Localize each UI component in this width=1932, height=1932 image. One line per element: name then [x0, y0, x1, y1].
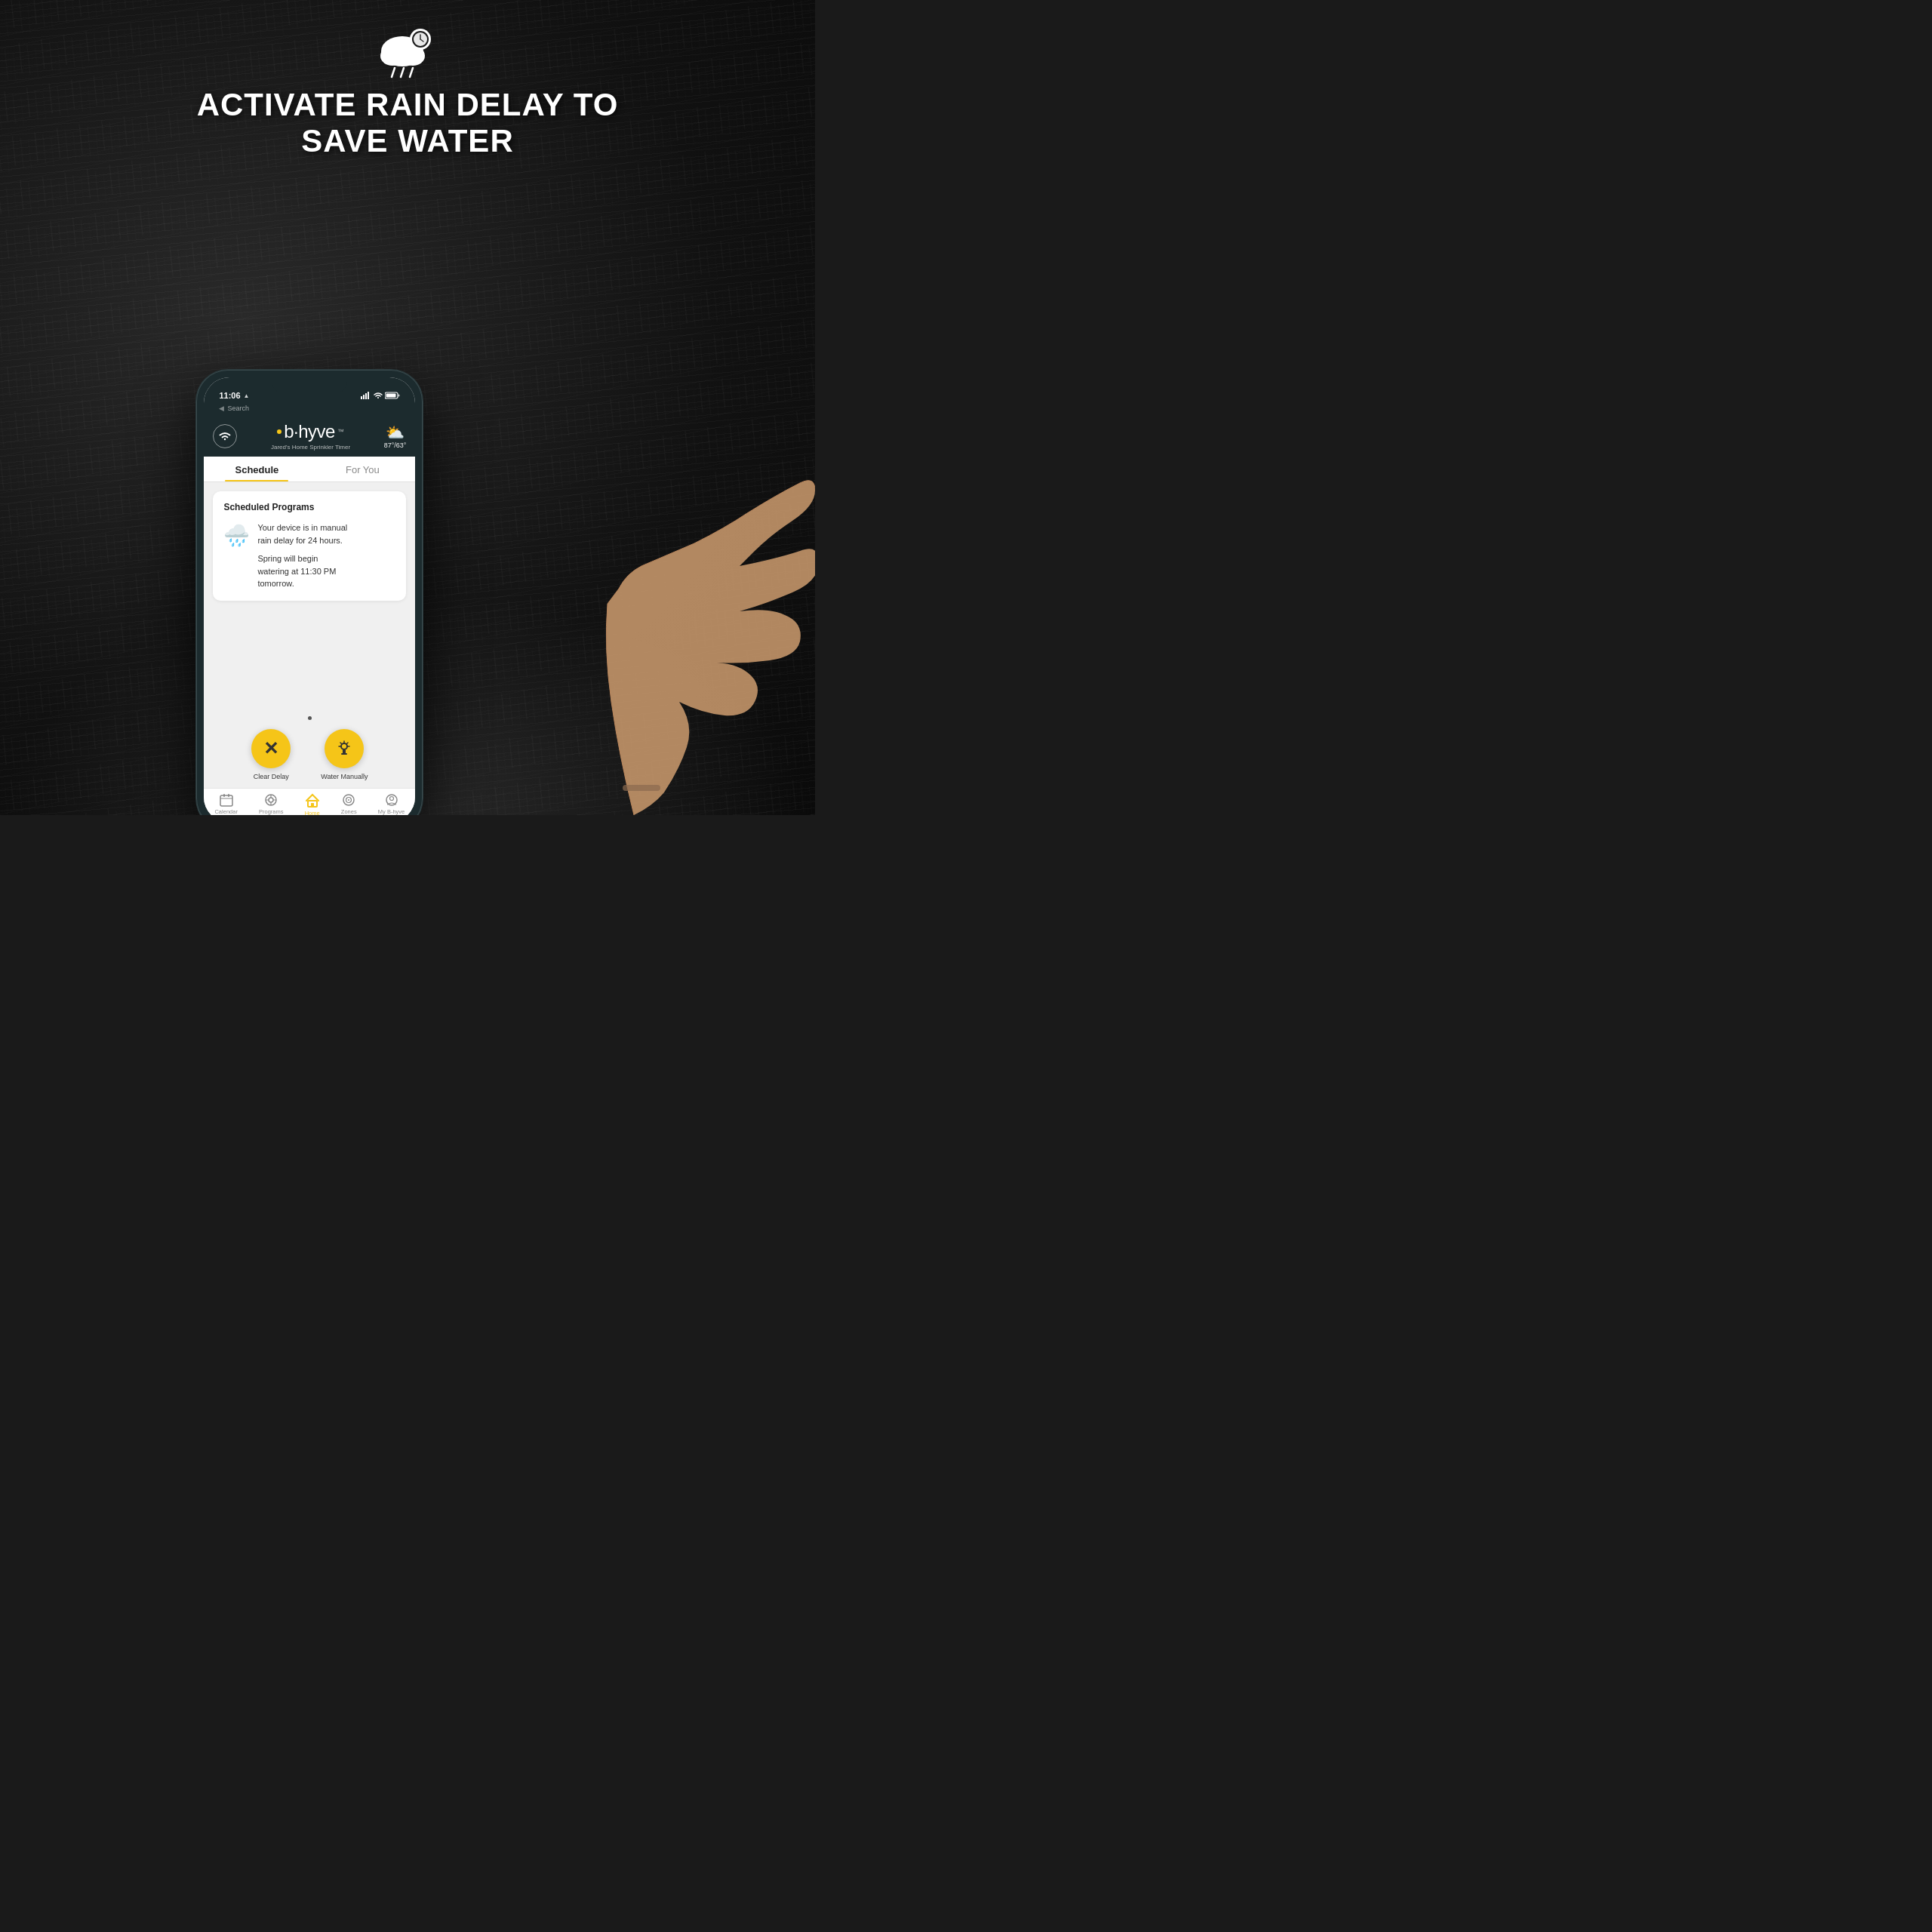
scrollable-content: Scheduled Programs 🌧️ Your device is in … [204, 482, 415, 788]
phone-device: 11:06 ▲ [196, 370, 423, 815]
svg-point-44 [348, 799, 349, 801]
sprinkler-icon [334, 739, 354, 758]
card-title: Scheduled Programs [223, 502, 395, 512]
dot-indicator [204, 709, 415, 724]
bhyve-dot [277, 429, 281, 434]
clear-delay-label: Clear Delay [254, 773, 289, 780]
svg-rect-41 [311, 803, 314, 807]
svg-point-35 [269, 798, 273, 802]
rain-cloud-icon: 🌧️ [223, 523, 250, 548]
nav-calendar[interactable]: Calendar [214, 793, 237, 815]
home-icon [305, 793, 320, 808]
svg-line-26 [346, 743, 348, 744]
app-header: b·hyve ™ Jared's Home Sprinkler Timer ⛅ … [204, 417, 415, 457]
calendar-icon [220, 793, 233, 807]
nav-programs[interactable]: Programs [259, 793, 284, 815]
status-time: 11:06 [219, 391, 240, 400]
page-dot [308, 716, 312, 720]
svg-rect-21 [386, 394, 396, 398]
svg-rect-32 [223, 794, 225, 797]
svg-point-46 [389, 797, 393, 801]
watering-schedule-message: Spring will begin watering at 11:30 PM t… [257, 552, 347, 590]
rain-delay-message: Your device is in manual rain delay for … [257, 521, 347, 546]
nav-home-label: Home [305, 810, 320, 815]
device-wifi-icon[interactable] [213, 424, 237, 448]
x-icon: ✕ [263, 738, 278, 759]
signal-icon [361, 392, 371, 399]
nav-my-bhyve[interactable]: My B-hyve [378, 793, 405, 815]
wifi-status-icon [374, 392, 383, 399]
svg-rect-23 [341, 753, 347, 755]
water-manually-label: Water Manually [321, 773, 368, 780]
water-manually-circle[interactable] [325, 729, 364, 768]
my-bhyve-icon [385, 793, 398, 807]
wifi-icon [219, 431, 231, 441]
search-bar[interactable]: ◀ Search [204, 403, 415, 417]
bhyve-wordmark: b·hyve [284, 421, 335, 442]
zones-icon [342, 793, 355, 807]
bottom-nav: Calendar Programs [204, 788, 415, 815]
tab-for-you[interactable]: For You [309, 457, 415, 481]
nav-calendar-label: Calendar [214, 808, 237, 815]
nav-zones[interactable]: Zones [341, 793, 357, 815]
location-arrow: ▲ [244, 392, 250, 399]
weather-temp: 87°/63° [384, 441, 407, 449]
phone-container: 11:06 ▲ [196, 370, 423, 815]
svg-rect-33 [228, 794, 229, 797]
main-content: Scheduled Programs 🌧️ Your device is in … [204, 482, 415, 709]
programs-icon [264, 793, 278, 807]
headline: ACTIVATE RAIN DELAY TO SAVE WATER [197, 87, 619, 160]
bhyve-logo-area: b·hyve ™ Jared's Home Sprinkler Timer [271, 421, 350, 451]
svg-line-13 [401, 68, 404, 77]
action-buttons: ✕ Clear Delay [204, 724, 415, 788]
nav-my-bhyve-label: My B-hyve [378, 808, 405, 815]
tabs-container: Schedule For You [204, 457, 415, 482]
svg-rect-16 [363, 395, 365, 399]
rain-delay-icon [374, 23, 441, 79]
svg-rect-18 [368, 392, 369, 399]
info-text: Your device is in manual rain delay for … [257, 521, 347, 590]
clear-delay-button[interactable]: ✕ Clear Delay [251, 729, 291, 780]
clear-delay-circle[interactable]: ✕ [251, 729, 291, 768]
phone-screen: 11:06 ▲ [204, 377, 415, 815]
phone-notch [272, 377, 347, 392]
svg-rect-30 [220, 795, 232, 806]
svg-rect-20 [398, 395, 400, 397]
svg-line-12 [392, 68, 395, 77]
status-icons [361, 392, 400, 399]
weather-icon: ⛅ [384, 423, 407, 441]
tab-schedule[interactable]: Schedule [204, 457, 309, 481]
nav-zones-label: Zones [341, 808, 357, 815]
search-label: Search [227, 405, 249, 412]
svg-rect-15 [361, 396, 362, 399]
svg-rect-17 [365, 393, 367, 399]
weather-area: ⛅ 87°/63° [384, 423, 407, 449]
svg-line-27 [340, 743, 342, 744]
nav-programs-label: Programs [259, 808, 284, 815]
nav-home[interactable]: Home [305, 793, 320, 815]
bhyve-logo: b·hyve ™ [271, 421, 350, 442]
info-row: 🌧️ Your device is in manual rain delay f… [223, 521, 395, 590]
bhyve-trademark: ™ [337, 428, 344, 435]
battery-status-icon [385, 392, 400, 399]
svg-line-14 [410, 68, 413, 77]
scheduled-programs-card: Scheduled Programs 🌧️ Your device is in … [213, 491, 406, 601]
device-name: Jared's Home Sprinkler Timer [271, 444, 350, 451]
header-area: ACTIVATE RAIN DELAY TO SAVE WATER [0, 23, 815, 160]
water-manually-button[interactable]: Water Manually [321, 729, 368, 780]
